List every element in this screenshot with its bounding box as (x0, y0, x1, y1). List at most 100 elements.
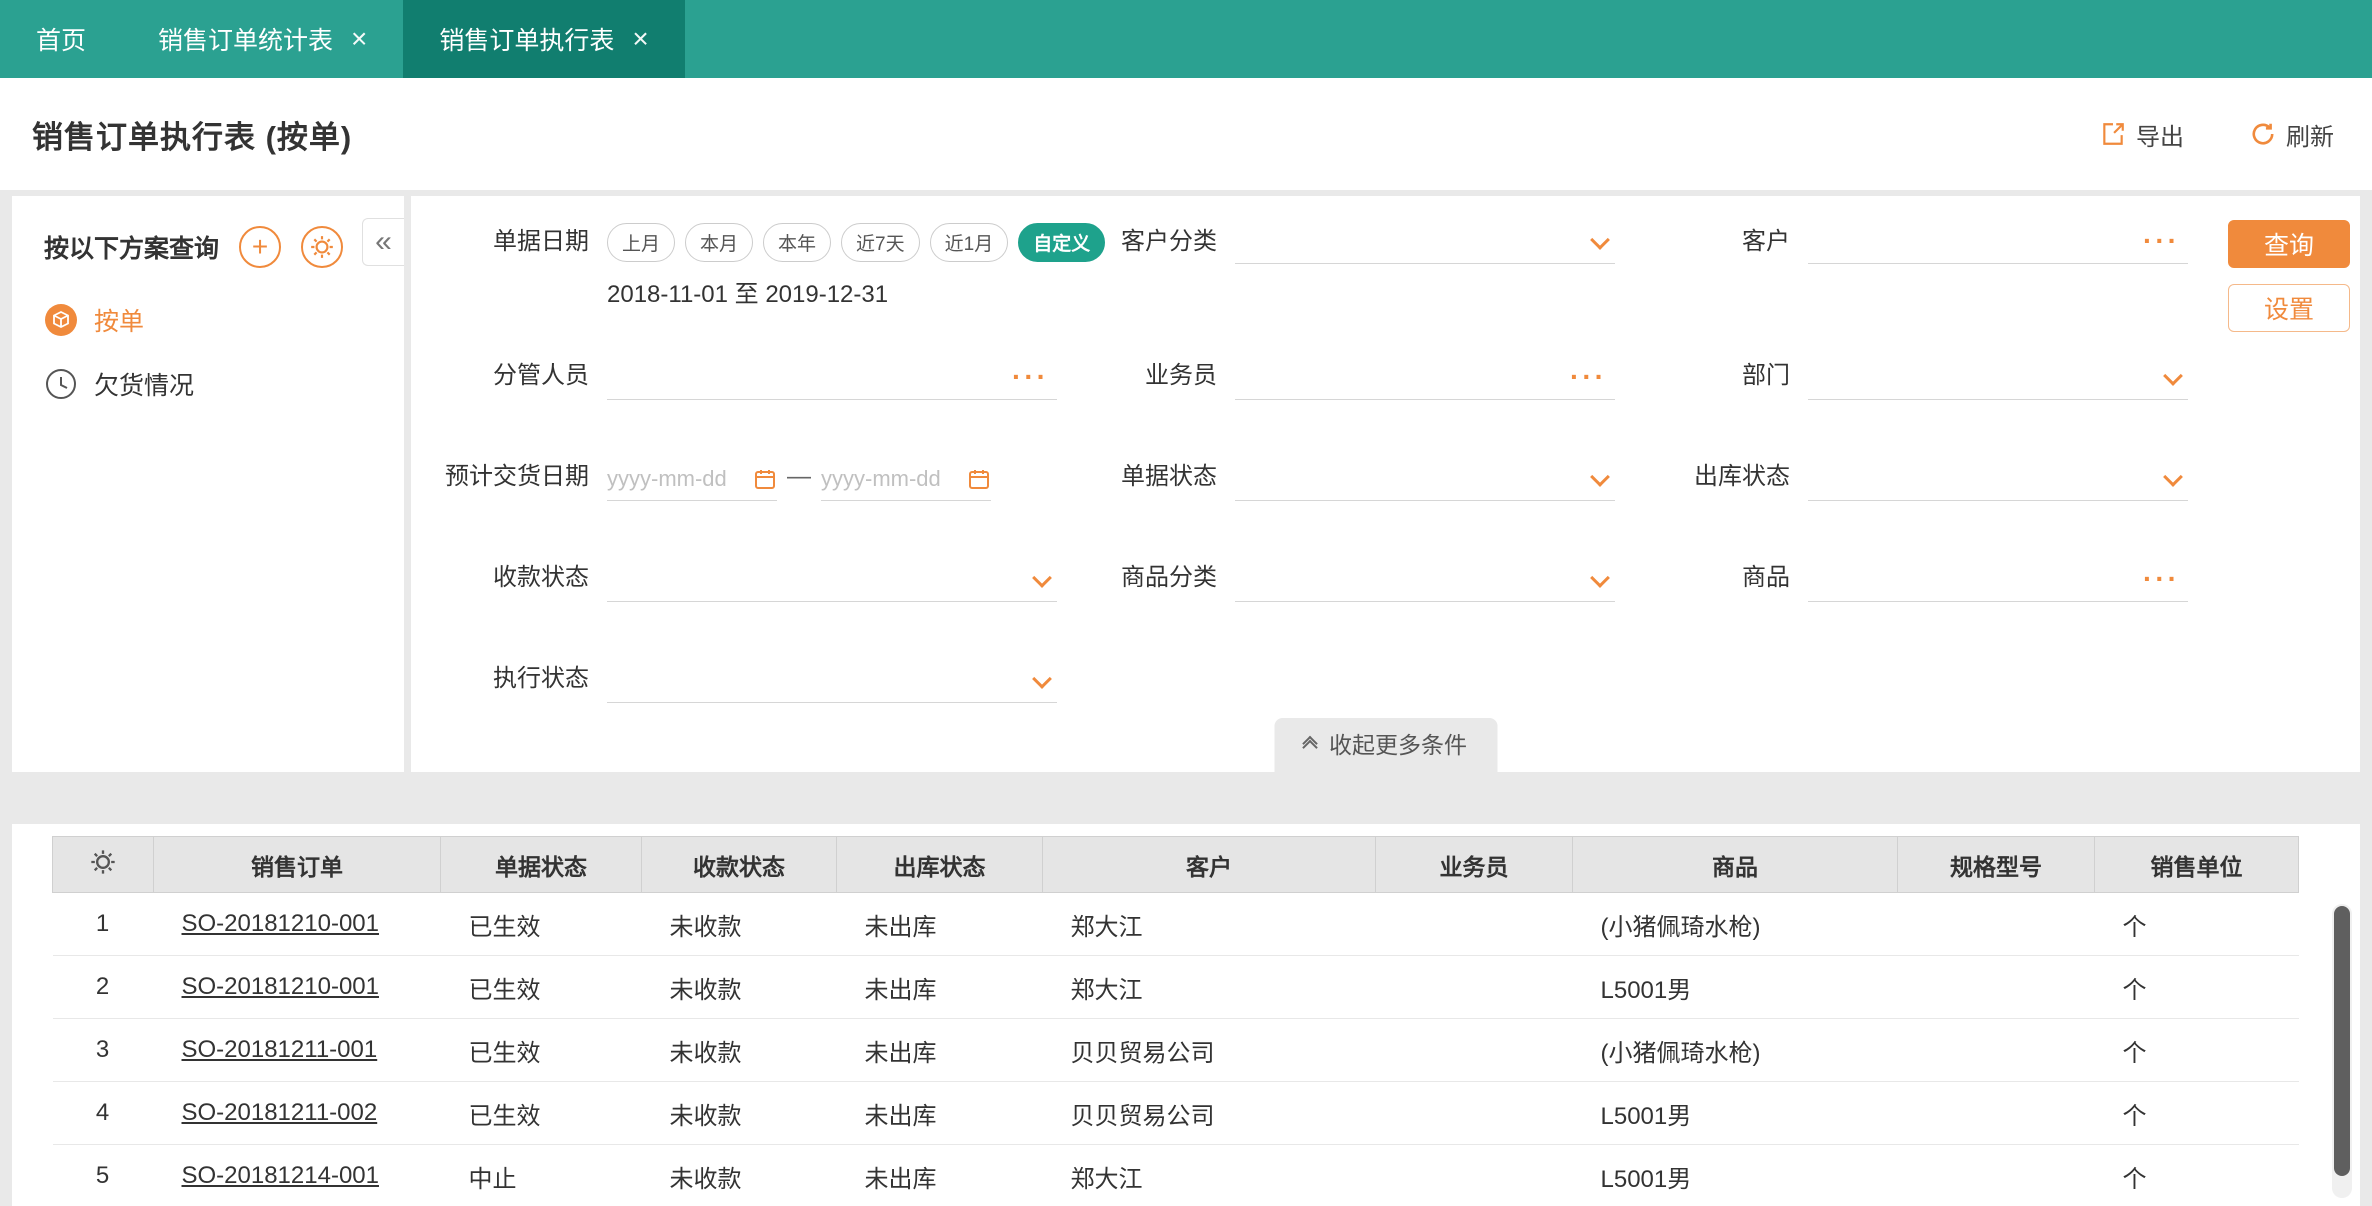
sidebar-item-backorder[interactable]: 欠货情况 (44, 366, 404, 402)
spec-cell (1897, 892, 2095, 956)
order-link[interactable]: SO-20181210-001 (182, 910, 379, 937)
execution-status-select[interactable] (607, 659, 1057, 703)
refresh-icon (2252, 123, 2274, 145)
sidebar-item-by-order[interactable]: 按单 (44, 302, 404, 338)
filter-row-3: 预计交货日期 yyyy-mm-dd — yyyy-mm-dd 单据状态 出库状态 (439, 456, 2360, 501)
chevron-down-icon (2163, 366, 2183, 386)
export-icon (2103, 123, 2124, 145)
col-header-unit: 销售单位 (2094, 836, 2299, 893)
export-button[interactable]: 导出 (2094, 116, 2190, 153)
order-link[interactable]: SO-20181211-002 (182, 1099, 378, 1126)
order-link[interactable]: SO-20181210-001 (182, 973, 379, 1000)
unit-cell: 个 (2094, 892, 2299, 956)
refresh-button[interactable]: 刷新 (2244, 116, 2340, 153)
tab-sales-order-execution[interactable]: 销售订单执行表 × (403, 0, 685, 78)
doc-status-cell: 已生效 (440, 1018, 642, 1082)
tab-label: 首页 (36, 27, 87, 55)
col-header-customer: 客户 (1042, 836, 1376, 893)
preset-this-month[interactable]: 本月 (685, 222, 754, 262)
department-select[interactable] (1808, 356, 2188, 400)
delivery-date-start-input[interactable]: yyyy-mm-dd (607, 457, 777, 501)
chevron-down-icon (1032, 568, 1052, 588)
customer-cell: 郑大江 (1042, 1144, 1376, 1206)
gear-icon (311, 236, 333, 258)
ellipsis-icon[interactable]: ··· (1012, 363, 1049, 391)
table-row: 3 SO-20181211-001 已生效 未收款 未出库 贝贝贸易公司 (小猪… (52, 1018, 2299, 1082)
payment-status-cell: 未收款 (641, 955, 837, 1019)
double-chevron-up-icon (1301, 734, 1318, 755)
add-scheme-button[interactable]: + (239, 226, 282, 268)
manager-control: ··· (607, 356, 1057, 400)
doc-status-cell: 中止 (440, 1144, 642, 1206)
preset-last-7-days[interactable]: 近7天 (841, 222, 920, 262)
row-number: 1 (52, 892, 154, 956)
plus-icon: + (251, 231, 269, 262)
title-bar: 销售订单执行表 (按单) 导出 刷新 (0, 78, 2372, 190)
date-range-separator: — (787, 463, 811, 490)
settings-button[interactable]: 设置 (2228, 284, 2350, 332)
tab-sales-order-statistics[interactable]: 销售订单统计表 × (122, 0, 403, 78)
table-row: 4 SO-20181211-002 已生效 未收款 未出库 贝贝贸易公司 L50… (52, 1081, 2299, 1145)
manager-picker[interactable]: ··· (607, 356, 1057, 400)
unit-cell: 个 (2094, 1081, 2299, 1145)
doc-status-cell: 已生效 (440, 955, 642, 1019)
date-range-text: 2018-11-01 至 2019-12-31 (607, 281, 889, 308)
chevron-down-icon (2163, 467, 2183, 487)
customer-picker[interactable]: ··· (1808, 220, 2188, 264)
close-icon[interactable]: × (632, 25, 648, 53)
vertical-scrollbar[interactable] (2332, 904, 2352, 1198)
ellipsis-icon[interactable]: ··· (2143, 565, 2180, 593)
customer-cell: 郑大江 (1042, 955, 1376, 1019)
salesman-cell (1375, 1018, 1573, 1082)
scrollbar-thumb[interactable] (2334, 906, 2350, 1177)
close-icon[interactable]: × (351, 25, 367, 53)
salesman-picker[interactable]: ··· (1235, 356, 1615, 400)
preset-this-year[interactable]: 本年 (763, 222, 832, 262)
scheme-list: 按单 欠货情况 (44, 302, 404, 402)
query-scheme-sidebar: 按以下方案查询 + « 按单 欠货情况 (12, 196, 404, 772)
scheme-item-label: 欠货情况 (94, 372, 195, 400)
preset-custom[interactable]: 自定义 (1018, 222, 1106, 262)
orders-table-panel: 销售订单 单据状态 收款状态 出库状态 客户 业务员 商品 规格型号 销售单位 … (12, 824, 2360, 1206)
delivery-date-end-input[interactable]: yyyy-mm-dd (821, 457, 991, 501)
customer-control: ··· (1808, 220, 2188, 264)
page-title: 销售订单执行表 (按单) (32, 119, 353, 155)
col-header-payment-status: 收款状态 (641, 836, 837, 893)
product-picker[interactable]: ··· (1808, 558, 2188, 602)
delivery-date-control: yyyy-mm-dd — yyyy-mm-dd (607, 457, 1057, 501)
payment-status-control (607, 558, 1057, 602)
product-cell: L5001男 (1572, 1081, 1898, 1145)
doc-status-select[interactable] (1235, 457, 1615, 501)
order-link[interactable]: SO-20181211-001 (182, 1036, 378, 1063)
outbound-status-control (1808, 457, 2188, 501)
tab-home[interactable]: 首页 (0, 0, 122, 78)
orders-table: 销售订单 单据状态 收款状态 出库状态 客户 业务员 商品 规格型号 销售单位 … (52, 836, 2299, 1206)
order-link[interactable]: SO-20181214-001 (182, 1162, 379, 1189)
preset-last-1-month[interactable]: 近1月 (929, 222, 1009, 262)
product-category-select[interactable] (1235, 558, 1615, 602)
collapse-sidebar-button[interactable]: « (362, 218, 404, 266)
spec-cell (1897, 1081, 2095, 1145)
unit-cell: 个 (2094, 955, 2299, 1019)
doc-status-cell: 已生效 (440, 892, 642, 956)
outbound-status-select[interactable] (1808, 457, 2188, 501)
ellipsis-icon[interactable]: ··· (2143, 227, 2180, 255)
gear-icon[interactable] (89, 848, 117, 876)
sidebar-title: 按以下方案查询 (44, 235, 220, 263)
payment-status-select[interactable] (607, 558, 1057, 602)
outbound-status-cell: 未出库 (836, 892, 1043, 956)
column-settings-header (52, 836, 154, 893)
doc-status-control (1235, 457, 1615, 501)
outbound-status-label: 出库状态 (1694, 463, 1790, 490)
query-button[interactable]: 查询 (2228, 220, 2350, 268)
scheme-item-label: 按单 (94, 308, 145, 336)
ellipsis-icon[interactable]: ··· (1570, 363, 1607, 391)
customer-category-select[interactable] (1235, 220, 1615, 264)
filter-panel: 单据日期 上月 本月 本年 近7天 近1月 自定义 2018-11-01 至 2… (411, 196, 2360, 772)
collapse-more-conditions-button[interactable]: 收起更多条件 (1274, 718, 1497, 772)
table-header-row: 销售订单 单据状态 收款状态 出库状态 客户 业务员 商品 规格型号 销售单位 (52, 836, 2299, 893)
table-row: 2 SO-20181210-001 已生效 未收款 未出库 郑大江 L5001男… (52, 955, 2299, 1019)
scheme-settings-button[interactable] (301, 226, 344, 268)
preset-last-month[interactable]: 上月 (607, 222, 676, 262)
col-header-sales-order: 销售订单 (153, 836, 441, 893)
